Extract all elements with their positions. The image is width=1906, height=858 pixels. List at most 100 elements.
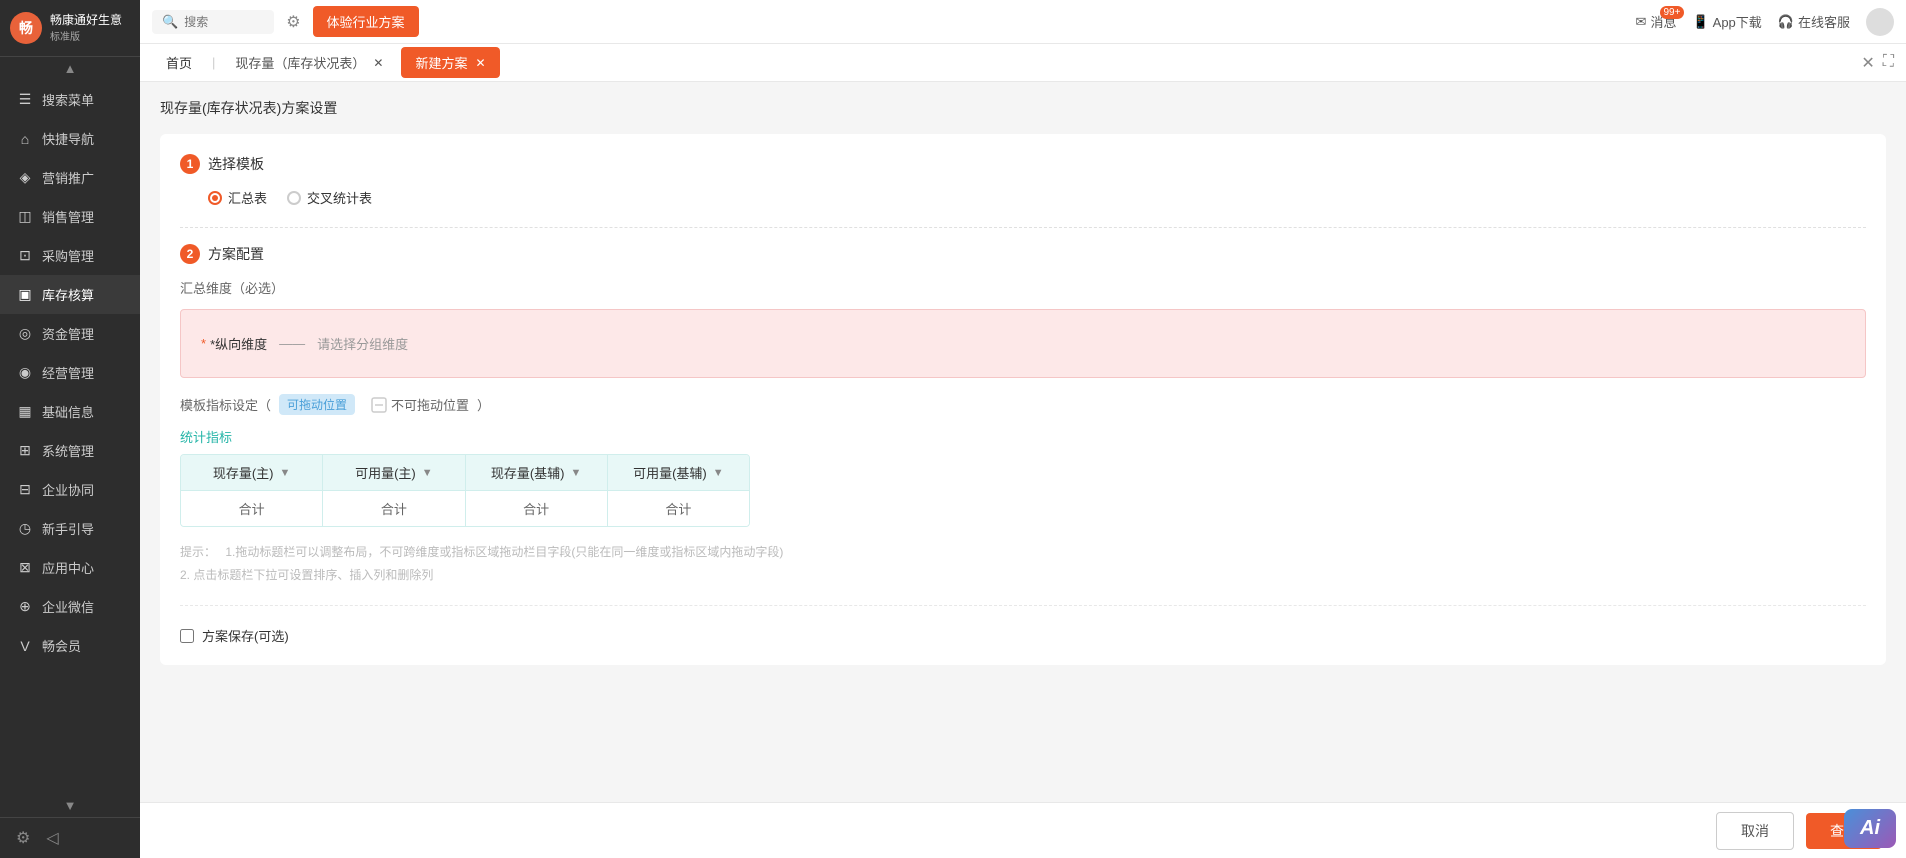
sidebar-bottom: ⚙ ◁ <box>0 817 140 858</box>
sidebar-item-finance[interactable]: ◎ 资金管理 <box>0 314 140 353</box>
settings-panel: 1 选择模板 汇总表 交叉统计表 2 <box>160 134 1886 665</box>
search-menu-icon: ☰ <box>16 91 34 109</box>
sidebar-item-wechat[interactable]: ⊕ 企业微信 <box>0 587 140 626</box>
col4-data: 合计 <box>608 491 749 526</box>
col3-data: 合计 <box>466 491 608 526</box>
tips-item-2: 2. 点击标题栏下拉可设置排序、插入列和删除列 <box>180 566 1866 585</box>
col3-chevron[interactable]: ▼ <box>571 467 582 479</box>
search-input[interactable] <box>184 15 264 29</box>
sidebar-item-cooperation[interactable]: ⊟ 企业协同 <box>0 470 140 509</box>
sidebar-item-app-center[interactable]: ⊠ 应用中心 <box>0 548 140 587</box>
section-divider <box>180 605 1866 606</box>
save-option: 方案保存(可选) <box>180 626 1866 645</box>
app-download-button[interactable]: 📱 App下载 <box>1692 12 1761 31</box>
message-button[interactable]: ✉ 消息 99+ <box>1636 12 1677 31</box>
settings-gear-icon[interactable]: ⚙ <box>282 8 304 36</box>
template-summary-option[interactable]: 汇总表 <box>208 188 267 207</box>
indicator-settings-label: 模板指标设定（ 可拖动位置 不可拖动位置 ） <box>180 394 1866 415</box>
draggable-badge: 可拖动位置 <box>279 394 355 415</box>
search-icon: 🔍 <box>162 14 178 30</box>
message-icon: ✉ <box>1636 14 1647 30</box>
dimension-dash: —— <box>279 336 305 351</box>
required-star: * <box>201 336 206 351</box>
col1-header[interactable]: 现存量(主) ▼ <box>181 455 323 490</box>
sidebar-scroll-down[interactable]: ▼ <box>0 794 140 817</box>
logo-text-block: 畅康通好生意 标准版 <box>50 13 122 44</box>
tab-new-plan[interactable]: 新建方案 ✕ <box>401 47 499 78</box>
no-drag-icon <box>371 397 387 413</box>
tab-new-plan-close[interactable]: ✕ <box>476 56 486 70</box>
stats-table: 现存量(主) ▼ 可用量(主) ▼ 现存量(基辅) ▼ 可用量(基辅) <box>180 454 750 527</box>
step1-header: 1 选择模板 <box>180 154 1866 174</box>
tab-close-all-icon[interactable]: ✕ <box>1861 53 1874 73</box>
col2-data: 合计 <box>323 491 465 526</box>
step2-title: 方案配置 <box>208 244 264 264</box>
online-service-button[interactable]: 🎧 在线客服 <box>1778 12 1850 31</box>
vertical-dim-label: *纵向维度 <box>210 334 267 353</box>
sidebar-item-new-guide[interactable]: ◷ 新手引导 <box>0 509 140 548</box>
inventory-icon: ▣ <box>16 286 34 304</box>
sidebar-item-member[interactable]: V 畅会员 <box>0 626 140 665</box>
sidebar-item-inventory[interactable]: ▣ 库存核算 <box>0 275 140 314</box>
content-area: 现存量(库存状况表)方案设置 1 选择模板 汇总表 交叉统计表 <box>140 82 1906 802</box>
tab-inventory-close[interactable]: ✕ <box>373 56 383 70</box>
sidebar-item-search[interactable]: ☰ 搜索菜单 <box>0 80 140 119</box>
main-area: 🔍 ⚙ 体验行业方案 ✉ 消息 99+ 📱 App下载 🎧 在线客服 首 <box>140 0 1906 858</box>
sidebar-nav: ☰ 搜索菜单 ⌂ 快捷导航 ◈ 营销推广 ◫ 销售管理 ⊡ 采购管理 ▣ 库存核… <box>0 80 140 794</box>
template-options: 汇总表 交叉统计表 <box>208 188 1866 207</box>
logo-title: 畅康通好生意 <box>50 13 122 29</box>
template-cross-option[interactable]: 交叉统计表 <box>287 188 372 207</box>
settings-bottom-icon[interactable]: ⚙ <box>16 828 30 848</box>
cancel-button[interactable]: 取消 <box>1716 812 1794 850</box>
tab-inventory[interactable]: 现存量（库存状况表） ✕ <box>221 47 397 78</box>
user-avatar[interactable] <box>1866 8 1894 36</box>
tab-bar: 首页 | 现存量（库存状况表） ✕ 新建方案 ✕ ✕ ⛶ <box>140 44 1906 82</box>
system-icon: ⊞ <box>16 442 34 460</box>
dimension-placeholder: 请选择分组维度 <box>317 334 408 353</box>
sales-icon: ◫ <box>16 208 34 226</box>
step1-section: 1 选择模板 汇总表 交叉统计表 <box>180 154 1866 207</box>
cta-button[interactable]: 体验行业方案 <box>313 6 419 37</box>
col2-header[interactable]: 可用量(主) ▼ <box>323 455 465 490</box>
logo-subtitle: 标准版 <box>50 28 122 43</box>
sidebar: 畅 畅康通好生意 标准版 ▲ ☰ 搜索菜单 ⌂ 快捷导航 ◈ 营销推广 ◫ 销售… <box>0 0 140 858</box>
sidebar-item-purchase[interactable]: ⊡ 采购管理 <box>0 236 140 275</box>
search-box[interactable]: 🔍 <box>152 10 274 34</box>
coop-icon: ⊟ <box>16 481 34 499</box>
sidebar-item-marketing[interactable]: ◈ 营销推广 <box>0 158 140 197</box>
speaker-icon[interactable]: ◁ <box>46 828 58 848</box>
tab-home[interactable]: 首页 <box>152 47 206 78</box>
sidebar-item-operations[interactable]: ◉ 经营管理 <box>0 353 140 392</box>
col4-chevron[interactable]: ▼ <box>713 467 724 479</box>
ops-icon: ◉ <box>16 364 34 382</box>
sidebar-item-sales[interactable]: ◫ 销售管理 <box>0 197 140 236</box>
col1-chevron[interactable]: ▼ <box>280 467 291 479</box>
stats-header-row: 现存量(主) ▼ 可用量(主) ▼ 现存量(基辅) ▼ 可用量(基辅) <box>181 455 749 490</box>
dimension-area[interactable]: * *纵向维度 —— 请选择分组维度 <box>180 309 1866 378</box>
stats-title: 统计指标 <box>180 427 1866 446</box>
page-title: 现存量(库存状况表)方案设置 <box>160 98 1886 118</box>
ai-badge[interactable]: Ai <box>1844 809 1896 848</box>
col3-header[interactable]: 现存量(基辅) ▼ <box>466 455 608 490</box>
guide-icon: ◷ <box>16 520 34 538</box>
step2-section: 2 方案配置 汇总维度（必选） * *纵向维度 —— 请选择分组维度 模板指标设… <box>180 244 1866 585</box>
gift-icon: ◈ <box>16 169 34 187</box>
col2-chevron[interactable]: ▼ <box>422 467 433 479</box>
tips-item-1: 提示： 1.拖动标题栏可以调整布局，不可跨维度或指标区域拖动栏目字段(只能在同一… <box>180 543 1866 562</box>
col4-header[interactable]: 可用量(基辅) ▼ <box>608 455 749 490</box>
sidebar-item-system[interactable]: ⊞ 系统管理 <box>0 431 140 470</box>
stats-data-row: 合计 合计 合计 合计 <box>181 490 749 526</box>
save-checkbox[interactable] <box>180 629 194 643</box>
topbar-right: ✉ 消息 99+ 📱 App下载 🎧 在线客服 <box>1636 8 1894 36</box>
sidebar-scroll-up[interactable]: ▲ <box>0 57 140 80</box>
finance-icon: ◎ <box>16 325 34 343</box>
home-icon: ⌂ <box>16 130 34 148</box>
sidebar-logo: 畅 畅康通好生意 标准版 <box>0 0 140 57</box>
sidebar-item-basic-info[interactable]: ▦ 基础信息 <box>0 392 140 431</box>
topbar: 🔍 ⚙ 体验行业方案 ✉ 消息 99+ 📱 App下载 🎧 在线客服 <box>140 0 1906 44</box>
step2-header: 2 方案配置 <box>180 244 1866 264</box>
radio-cross[interactable] <box>287 191 301 205</box>
sidebar-item-quick-nav[interactable]: ⌂ 快捷导航 <box>0 119 140 158</box>
radio-summary[interactable] <box>208 191 222 205</box>
tab-expand-icon[interactable]: ⛶ <box>1883 53 1894 73</box>
